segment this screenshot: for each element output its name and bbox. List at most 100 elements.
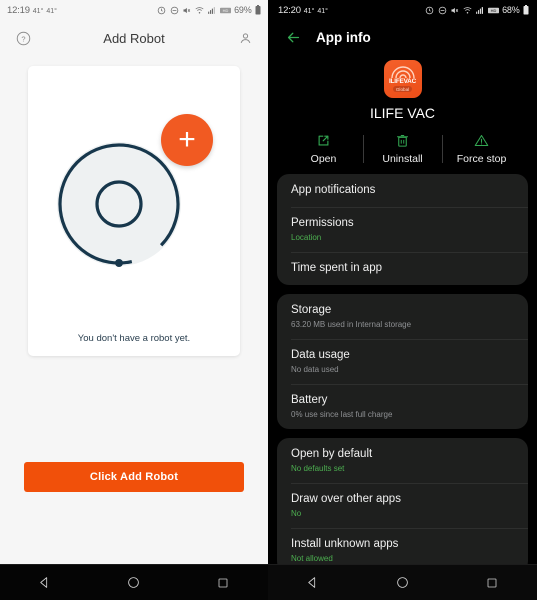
status-bar-right: 12:20 41° 41° HD 68% [268, 0, 537, 20]
hd-icon: HD [487, 7, 499, 13]
app-icon: ILIFEVAC Global [383, 60, 422, 98]
row-title: Battery [291, 394, 328, 406]
list-item[interactable]: Permissions Location [277, 207, 528, 252]
status-temp-1-right: 41° [303, 7, 315, 15]
android-nav-bar-right [268, 564, 537, 600]
hd-icon: HD [219, 7, 231, 13]
status-time: 12:19 [7, 4, 30, 16]
list-item[interactable]: Time spent in app [277, 252, 528, 285]
row-subtitle: Not allowed [291, 554, 333, 563]
force-stop-action[interactable]: Force stop [442, 133, 521, 165]
add-robot-fab[interactable]: + [161, 114, 213, 166]
svg-text:HD: HD [490, 8, 496, 13]
robot-graphic: + [49, 114, 219, 274]
status-bar-left: 12:19 41° 41° HD 69% [0, 0, 268, 20]
alarm-icon [157, 6, 166, 14]
app-hero: ILIFEVAC Global ILIFE VAC [268, 54, 537, 121]
left-phone-screen: 12:19 41° 41° HD 69% ? Add Robot + You d… [0, 0, 268, 600]
recents-square-icon [487, 578, 497, 587]
status-bar-left-info: 12:19 41° 41° [7, 5, 57, 16]
list-item[interactable]: Data usage No data used [277, 339, 528, 384]
home-circle-icon [397, 577, 408, 588]
svg-text:?: ? [21, 34, 25, 43]
back-triangle-icon [40, 577, 48, 588]
list-item[interactable]: App notifications [277, 174, 528, 207]
row-title: Install unknown apps [291, 538, 399, 550]
list-item[interactable]: Battery 0% use since last full charge [277, 384, 528, 429]
row-title: Draw over other apps [291, 493, 401, 505]
account-icon [240, 32, 250, 43]
settings-card-advanced: Open by default No defaults set Draw ove… [277, 438, 528, 573]
row-title: Data usage [291, 349, 350, 361]
battery-percent: 69% [234, 5, 252, 15]
trash-icon [396, 134, 409, 147]
uninstall-action-label: Uninstall [382, 153, 423, 165]
do-not-disturb-icon [438, 6, 446, 14]
warning-triangle-icon [474, 134, 489, 147]
help-button[interactable]: ? [12, 27, 34, 49]
row-subtitle: No defaults set [291, 464, 345, 473]
dual-screenshot: 12:19 41° 41° HD 69% ? Add Robot + You d… [0, 0, 537, 600]
back-arrow-icon [287, 32, 299, 42]
fab-plus-label: + [178, 123, 196, 156]
nav-home-button[interactable] [117, 571, 151, 595]
nav-back-button[interactable] [296, 571, 330, 595]
android-nav-bar-left [0, 564, 268, 600]
mute-icon [183, 7, 191, 13]
status-temp-1: 41° [32, 7, 44, 15]
app-actions: Open Uninstall Force stop [268, 133, 537, 165]
row-title: Storage [291, 304, 332, 316]
nav-recents-button[interactable] [206, 571, 240, 595]
nav-recents-button[interactable] [475, 571, 509, 595]
row-subtitle: 63.20 MB used in Internal storage [291, 320, 412, 329]
nav-home-button[interactable] [385, 571, 419, 595]
page-title-app-info: App info [316, 29, 371, 45]
do-not-disturb-icon [170, 6, 178, 14]
list-item[interactable]: Draw over other apps No [277, 483, 528, 528]
row-title: Open by default [291, 448, 373, 460]
page-title: Add Robot [103, 30, 165, 46]
app-bar-app-info: App info [268, 20, 537, 54]
list-item[interactable]: Storage 63.20 MB used in Internal storag… [277, 294, 528, 339]
status-time-right: 12:20 [278, 4, 301, 16]
row-subtitle: Location [291, 233, 322, 242]
row-title: Time spent in app [291, 262, 382, 274]
nav-back-button[interactable] [28, 571, 62, 595]
arc-lines-icon [390, 66, 415, 79]
settings-card-notifications: App notifications Permissions Location T… [277, 174, 528, 285]
recents-square-icon [218, 578, 228, 587]
signal-icon [208, 6, 215, 14]
signal-icon [476, 6, 483, 14]
back-triangle-icon [308, 577, 316, 588]
battery-icon [255, 5, 261, 15]
empty-state-text: You don't have a robot yet. [77, 333, 191, 344]
alarm-icon [425, 6, 434, 14]
home-circle-icon [128, 577, 140, 588]
right-phone-screen: 12:20 41° 41° HD 68% App info ILIFEVAC G… [268, 0, 537, 600]
status-bar-right-info: 12:20 41° 41° [278, 5, 328, 16]
back-button[interactable] [282, 26, 304, 48]
row-subtitle: 0% use since last full charge [291, 410, 393, 419]
wifi-icon [463, 6, 472, 13]
app-icon-arcs [384, 65, 422, 79]
open-action-label: Open [310, 153, 337, 165]
row-title: Permissions [291, 217, 354, 229]
help-circle-icon: ? [16, 31, 30, 45]
mute-icon [451, 7, 459, 13]
svg-text:HD: HD [222, 8, 228, 13]
battery-percent-right: 68% [502, 5, 520, 15]
app-bar-add-robot: ? Add Robot [0, 20, 268, 56]
status-bar-right-icons-right: HD 68% [425, 5, 529, 15]
robot-empty-card: + You don't have a robot yet. [28, 66, 240, 356]
wifi-icon [195, 6, 204, 13]
force-stop-action-label: Force stop [456, 153, 507, 165]
account-button[interactable] [234, 27, 256, 49]
uninstall-action[interactable]: Uninstall [363, 133, 442, 165]
open-action[interactable]: Open [284, 133, 363, 165]
settings-card-usage: Storage 63.20 MB used in Internal storag… [277, 294, 528, 429]
row-subtitle: No [291, 509, 302, 518]
click-add-robot-button[interactable]: Click Add Robot [24, 462, 244, 492]
status-temp-2-right: 41° [317, 7, 328, 15]
status-bar-right-icons: HD 69% [157, 5, 261, 15]
list-item[interactable]: Open by default No defaults set [277, 438, 528, 483]
